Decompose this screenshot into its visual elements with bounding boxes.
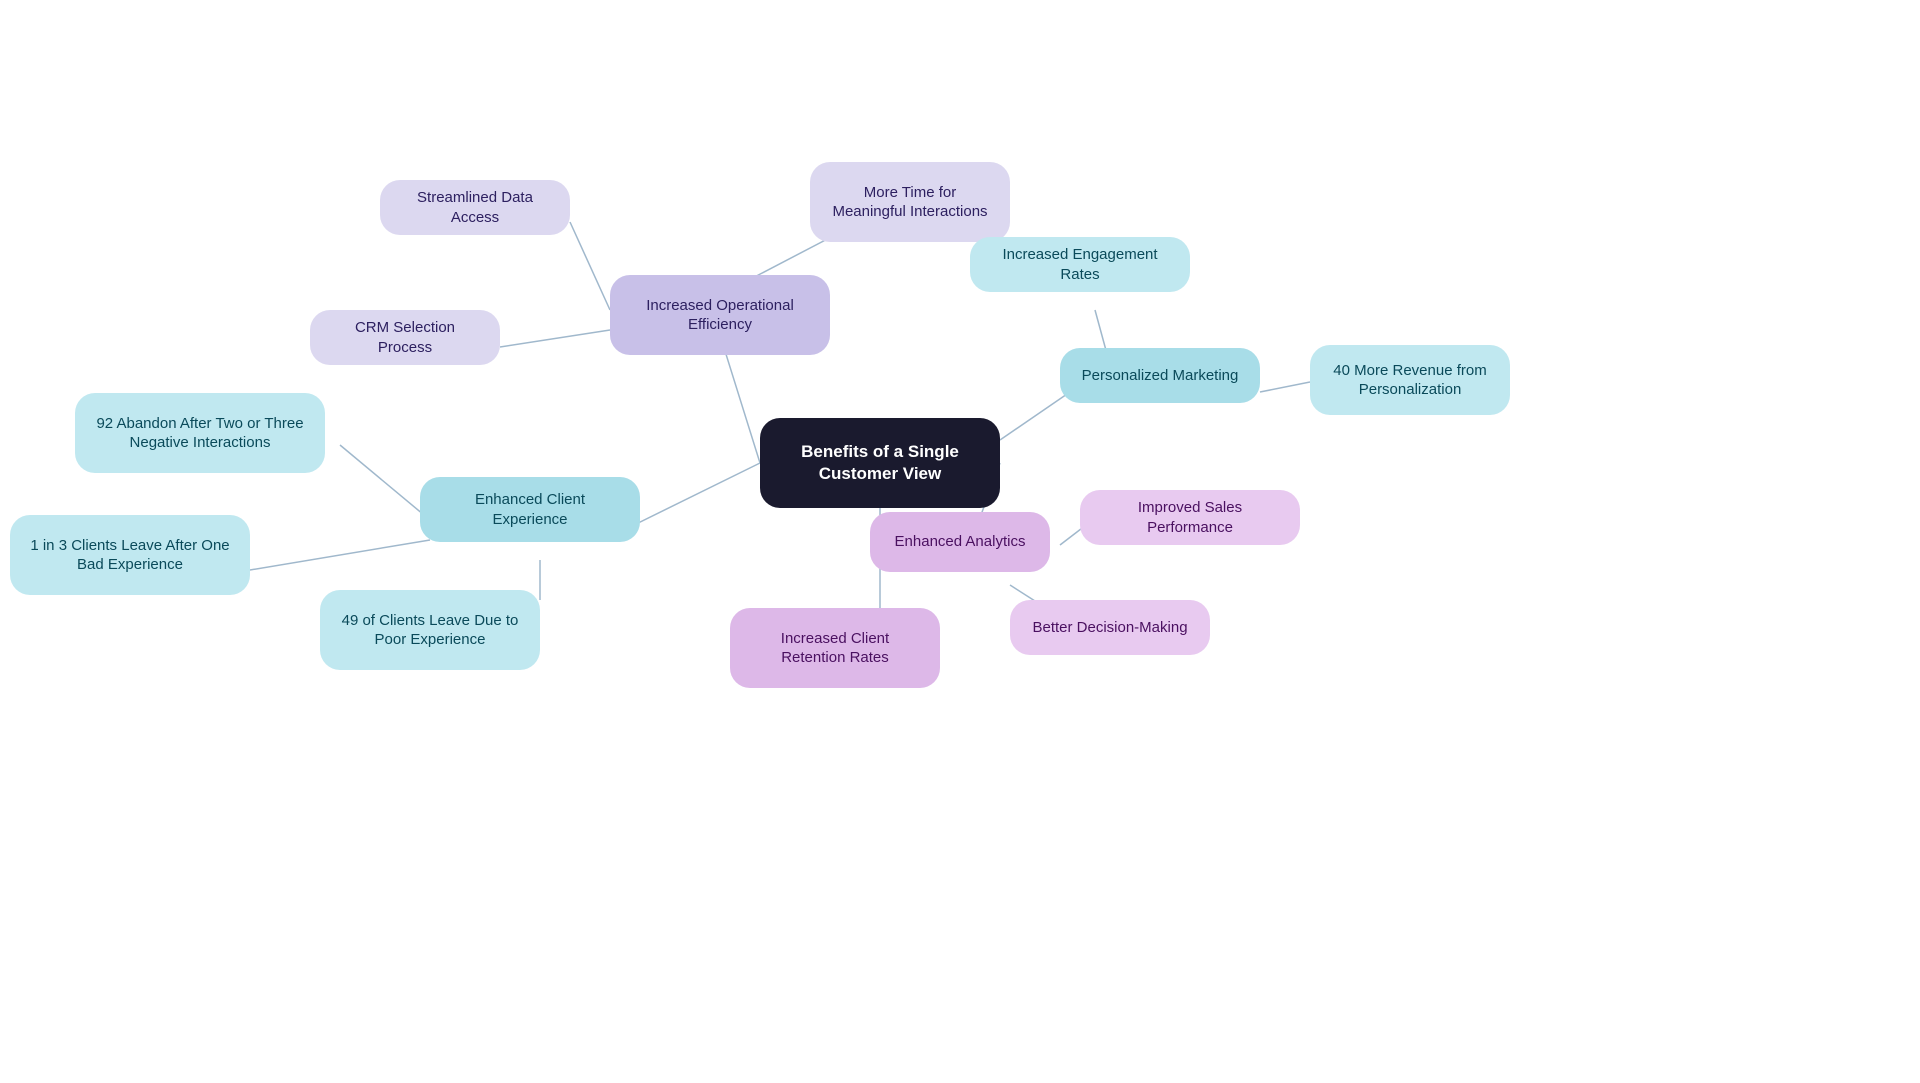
node-engagement-rates: Increased Engagement Rates bbox=[970, 237, 1190, 292]
node-enhanced-client: Enhanced Client Experience bbox=[420, 477, 640, 542]
node-increased-operational: Increased Operational Efficiency bbox=[610, 275, 830, 355]
node-better-decision: Better Decision-Making bbox=[1010, 600, 1210, 655]
node-streamlined: Streamlined Data Access bbox=[380, 180, 570, 235]
node-enhanced-analytics: Enhanced Analytics bbox=[870, 512, 1050, 572]
node-more-revenue: 40 More Revenue from Personalization bbox=[1310, 345, 1510, 415]
node-one-in-three: 1 in 3 Clients Leave After One Bad Exper… bbox=[10, 515, 250, 595]
node-crm-selection: CRM Selection Process bbox=[310, 310, 500, 365]
node-retention-rates: Increased Client Retention Rates bbox=[730, 608, 940, 688]
node-49-clients: 49 of Clients Leave Due to Poor Experien… bbox=[320, 590, 540, 670]
node-more-time: More Time for Meaningful Interactions bbox=[810, 162, 1010, 242]
node-personalized-marketing: Personalized Marketing bbox=[1060, 348, 1260, 403]
node-abandon: 92 Abandon After Two or Three Negative I… bbox=[75, 393, 325, 473]
node-improved-sales: Improved Sales Performance bbox=[1080, 490, 1300, 545]
mind-map-canvas: Benefits of a Single Customer View Incre… bbox=[0, 0, 1920, 1083]
center-node: Benefits of a Single Customer View bbox=[760, 418, 1000, 508]
